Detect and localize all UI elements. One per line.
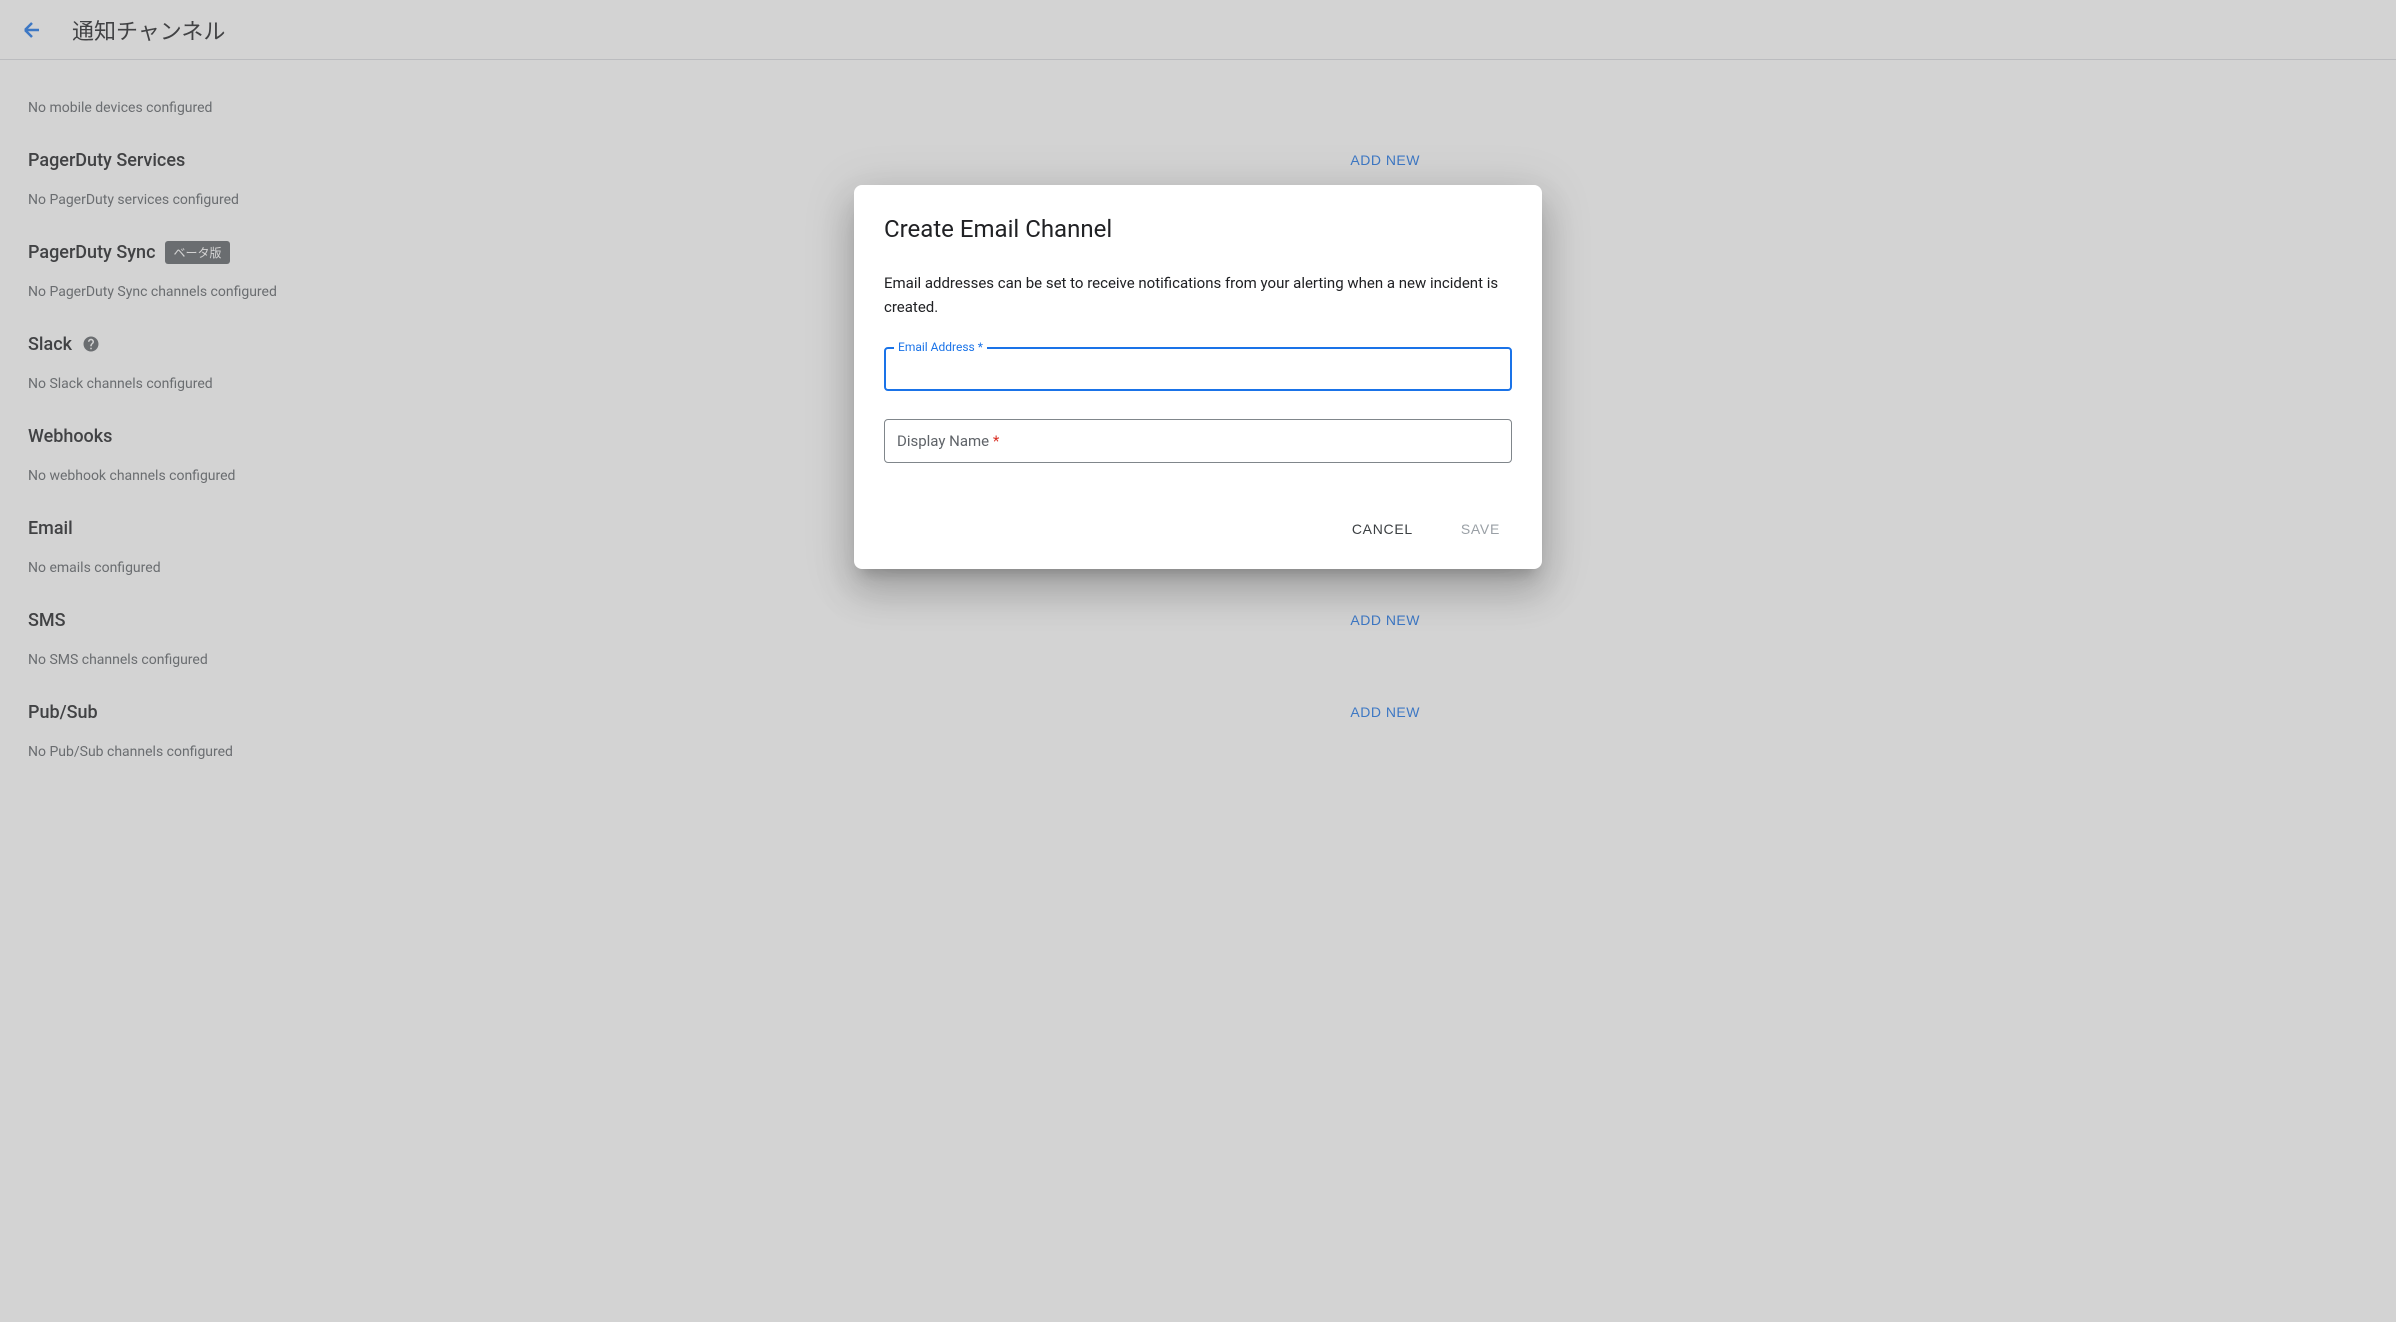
modal-overlay[interactable]: Create Email Channel Email addresses can… <box>0 0 2396 1322</box>
save-button[interactable]: SAVE <box>1449 513 1512 545</box>
create-email-channel-modal: Create Email Channel Email addresses can… <box>854 185 1542 569</box>
modal-title: Create Email Channel <box>884 215 1512 243</box>
display-name-field-wrapper: Display Name * <box>884 419 1512 463</box>
modal-actions: CANCEL SAVE <box>884 513 1512 545</box>
modal-description: Email addresses can be set to receive no… <box>884 271 1512 319</box>
email-address-field-wrapper: Email Address * <box>884 347 1512 391</box>
cancel-button[interactable]: CANCEL <box>1340 513 1425 545</box>
display-name-input[interactable] <box>884 419 1512 463</box>
email-address-input[interactable] <box>884 347 1512 391</box>
